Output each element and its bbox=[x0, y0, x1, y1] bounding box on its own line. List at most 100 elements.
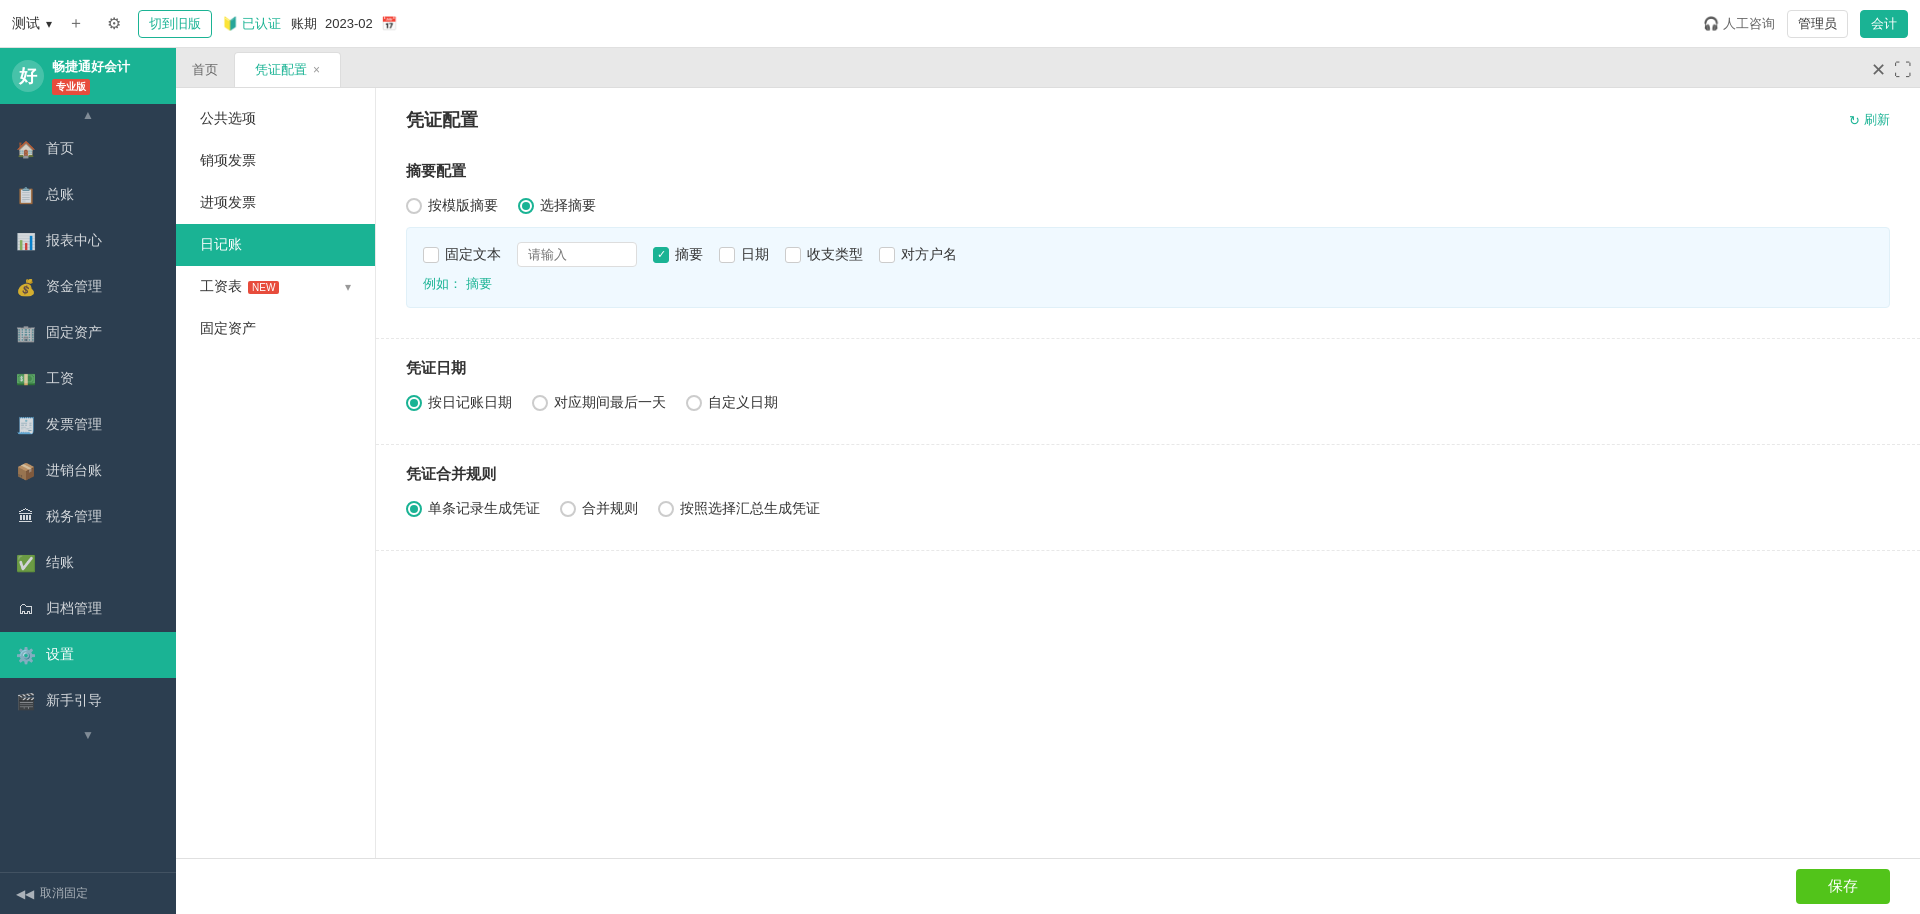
topbar-right: 🎧 人工咨询 管理员 会计 bbox=[1703, 10, 1908, 38]
radio-last-day[interactable]: 对应期间最后一天 bbox=[532, 394, 666, 412]
sidebar-item-label: 工资 bbox=[46, 370, 74, 388]
purchase-sale-icon: 📦 bbox=[16, 461, 36, 481]
calendar-icon: 📅 bbox=[381, 16, 397, 31]
project-selector[interactable]: 测试 ▾ bbox=[12, 15, 52, 33]
checkbox-summary[interactable]: ✓ 摘要 bbox=[653, 246, 703, 264]
home-icon: 🏠 bbox=[16, 139, 36, 159]
radio-single-circle bbox=[406, 501, 422, 517]
radio-template-circle bbox=[406, 198, 422, 214]
topbar: 测试 ▾ ＋ ⚙ 切到旧版 🔰 已认证 账期 2023-02 📅 🎧 人工咨询 … bbox=[0, 0, 1920, 48]
settlement-icon: ✅ bbox=[16, 553, 36, 573]
add-button[interactable]: ＋ bbox=[62, 10, 90, 38]
radio-select-summary[interactable]: 选择摘要 bbox=[518, 197, 596, 215]
shield-icon: 🔰 bbox=[222, 16, 238, 31]
sidebar-item-home[interactable]: 🏠 首页 bbox=[0, 126, 176, 172]
inner-wrapper: 公共选项 销项发票 进项发票 日记账 工资表 NEW ▾ bbox=[176, 88, 1920, 858]
sidebar-item-guide[interactable]: 🎬 新手引导 bbox=[0, 678, 176, 724]
scroll-up-arrow[interactable]: ▲ bbox=[0, 104, 176, 126]
checkbox-counterpart-box bbox=[879, 247, 895, 263]
report-icon: 📊 bbox=[16, 231, 36, 251]
sidebar-item-settlement[interactable]: ✅ 结账 bbox=[0, 540, 176, 586]
tab-close-icon[interactable]: × bbox=[313, 63, 320, 77]
tab-home[interactable]: 首页 bbox=[176, 53, 234, 87]
sidebar-item-invoice[interactable]: 🧾 发票管理 bbox=[0, 402, 176, 448]
sidebar-item-label: 固定资产 bbox=[46, 324, 102, 342]
tab-voucher-config[interactable]: 凭证配置 × bbox=[234, 52, 341, 87]
project-name: 测试 bbox=[12, 15, 40, 33]
page-title: 凭证配置 bbox=[406, 108, 478, 132]
sidebar-item-purchase-sale[interactable]: 📦 进销台账 bbox=[0, 448, 176, 494]
left-nav: 公共选项 销项发票 进项发票 日记账 工资表 NEW ▾ bbox=[176, 88, 376, 858]
summary-config-title: 摘要配置 bbox=[406, 162, 1890, 181]
invoice-icon: 🧾 bbox=[16, 415, 36, 435]
sidebar-item-settings[interactable]: ⚙️ 设置 bbox=[0, 632, 176, 678]
period-selector[interactable]: 账期 2023-02 📅 bbox=[291, 15, 397, 33]
cancel-fixed-button[interactable]: ◀◀ 取消固定 bbox=[0, 872, 176, 914]
sidebar-item-label: 首页 bbox=[46, 140, 74, 158]
sidebar-item-report[interactable]: 📊 报表中心 bbox=[0, 218, 176, 264]
sidebar-item-label: 结账 bbox=[46, 554, 74, 572]
voucher-date-title: 凭证日期 bbox=[406, 359, 1890, 378]
sidebar-item-label: 资金管理 bbox=[46, 278, 102, 296]
verified-status: 🔰 已认证 bbox=[222, 15, 281, 33]
manager-button[interactable]: 管理员 bbox=[1787, 10, 1848, 38]
example-text: 例如： 摘要 bbox=[423, 275, 1873, 293]
radio-custom-date[interactable]: 自定义日期 bbox=[686, 394, 778, 412]
settings-icon: ⚙️ bbox=[16, 645, 36, 665]
radio-merge-circle bbox=[560, 501, 576, 517]
sidebar-item-fixed-assets[interactable]: 🏢 固定资产 bbox=[0, 310, 176, 356]
chevron-down-icon: ▾ bbox=[46, 17, 52, 31]
logo-icon: 好 bbox=[12, 60, 44, 92]
close-button[interactable]: ✕ bbox=[1871, 59, 1886, 87]
refresh-icon: ↻ bbox=[1849, 113, 1860, 128]
checkbox-date[interactable]: 日期 bbox=[719, 246, 769, 264]
pin-icon: ◀◀ bbox=[16, 887, 34, 901]
page-header: 凭证配置 ↻ 刷新 bbox=[376, 88, 1920, 142]
headset-icon: 🎧 bbox=[1703, 16, 1719, 31]
radio-merge[interactable]: 合并规则 bbox=[560, 500, 638, 518]
summary-radio-group: 按模版摘要 选择摘要 bbox=[406, 197, 1890, 215]
fullscreen-button[interactable]: ⛶ bbox=[1894, 60, 1912, 87]
checkbox-income-type-box bbox=[785, 247, 801, 263]
fixed-text-input[interactable] bbox=[517, 242, 637, 267]
left-nav-salary-table[interactable]: 工资表 NEW ▾ bbox=[176, 266, 375, 308]
fixed-assets-icon: 🏢 bbox=[16, 323, 36, 343]
switch-old-version-button[interactable]: 切到旧版 bbox=[138, 10, 212, 38]
left-nav-fixed-assets[interactable]: 固定资产 bbox=[176, 308, 375, 350]
accountant-button[interactable]: 会计 bbox=[1860, 10, 1908, 38]
merge-rules-section: 凭证合并规则 单条记录生成凭证 合并规则 按照选择汇总生成凭证 bbox=[376, 445, 1920, 551]
left-nav-diary[interactable]: 日记账 bbox=[176, 224, 375, 266]
sidebar-item-label: 进销台账 bbox=[46, 462, 102, 480]
save-button[interactable]: 保存 bbox=[1796, 869, 1890, 904]
logo-sub: 专业版 bbox=[52, 79, 90, 95]
scroll-down-arrow[interactable]: ▼ bbox=[0, 724, 176, 746]
voucher-date-section: 凭证日期 按日记账日期 对应期间最后一天 自定义日期 bbox=[376, 339, 1920, 445]
left-nav-purchase-invoice[interactable]: 进项发票 bbox=[176, 182, 375, 224]
sidebar-item-archive[interactable]: 🗂 归档管理 bbox=[0, 586, 176, 632]
sidebar-item-capital[interactable]: 💰 资金管理 bbox=[0, 264, 176, 310]
radio-by-day[interactable]: 按日记账日期 bbox=[406, 394, 512, 412]
sidebar-item-label: 发票管理 bbox=[46, 416, 102, 434]
logo-text: 畅捷通好会计 bbox=[52, 58, 130, 76]
tabbar: 首页 凭证配置 × ✕ ⛶ bbox=[176, 48, 1920, 88]
settings-icon[interactable]: ⚙ bbox=[100, 10, 128, 38]
left-nav-sales-invoice[interactable]: 销项发票 bbox=[176, 140, 375, 182]
checkbox-summary-box: ✓ bbox=[653, 247, 669, 263]
checkbox-counterpart[interactable]: 对方户名 bbox=[879, 246, 957, 264]
left-nav-public[interactable]: 公共选项 bbox=[176, 98, 375, 140]
consult-button[interactable]: 🎧 人工咨询 bbox=[1703, 15, 1775, 33]
sidebar-item-salary[interactable]: 💵 工资 bbox=[0, 356, 176, 402]
radio-template-summary[interactable]: 按模版摘要 bbox=[406, 197, 498, 215]
checkbox-income-type[interactable]: 收支类型 bbox=[785, 246, 863, 264]
refresh-button[interactable]: ↻ 刷新 bbox=[1849, 111, 1890, 129]
sidebar-item-tax[interactable]: 🏛 税务管理 bbox=[0, 494, 176, 540]
radio-single[interactable]: 单条记录生成凭证 bbox=[406, 500, 540, 518]
radio-by-day-circle bbox=[406, 395, 422, 411]
checkbox-fixed-text[interactable]: 固定文本 bbox=[423, 246, 501, 264]
merge-rules-title: 凭证合并规则 bbox=[406, 465, 1890, 484]
radio-summary-generate[interactable]: 按照选择汇总生成凭证 bbox=[658, 500, 820, 518]
page-wrapper: 首页 凭证配置 × ✕ ⛶ 公共选项 销项发票 进项发票 bbox=[176, 48, 1920, 914]
merge-rules-radio-group: 单条记录生成凭证 合并规则 按照选择汇总生成凭证 bbox=[406, 500, 1890, 518]
radio-select-circle bbox=[518, 198, 534, 214]
sidebar-item-ledger[interactable]: 📋 总账 bbox=[0, 172, 176, 218]
